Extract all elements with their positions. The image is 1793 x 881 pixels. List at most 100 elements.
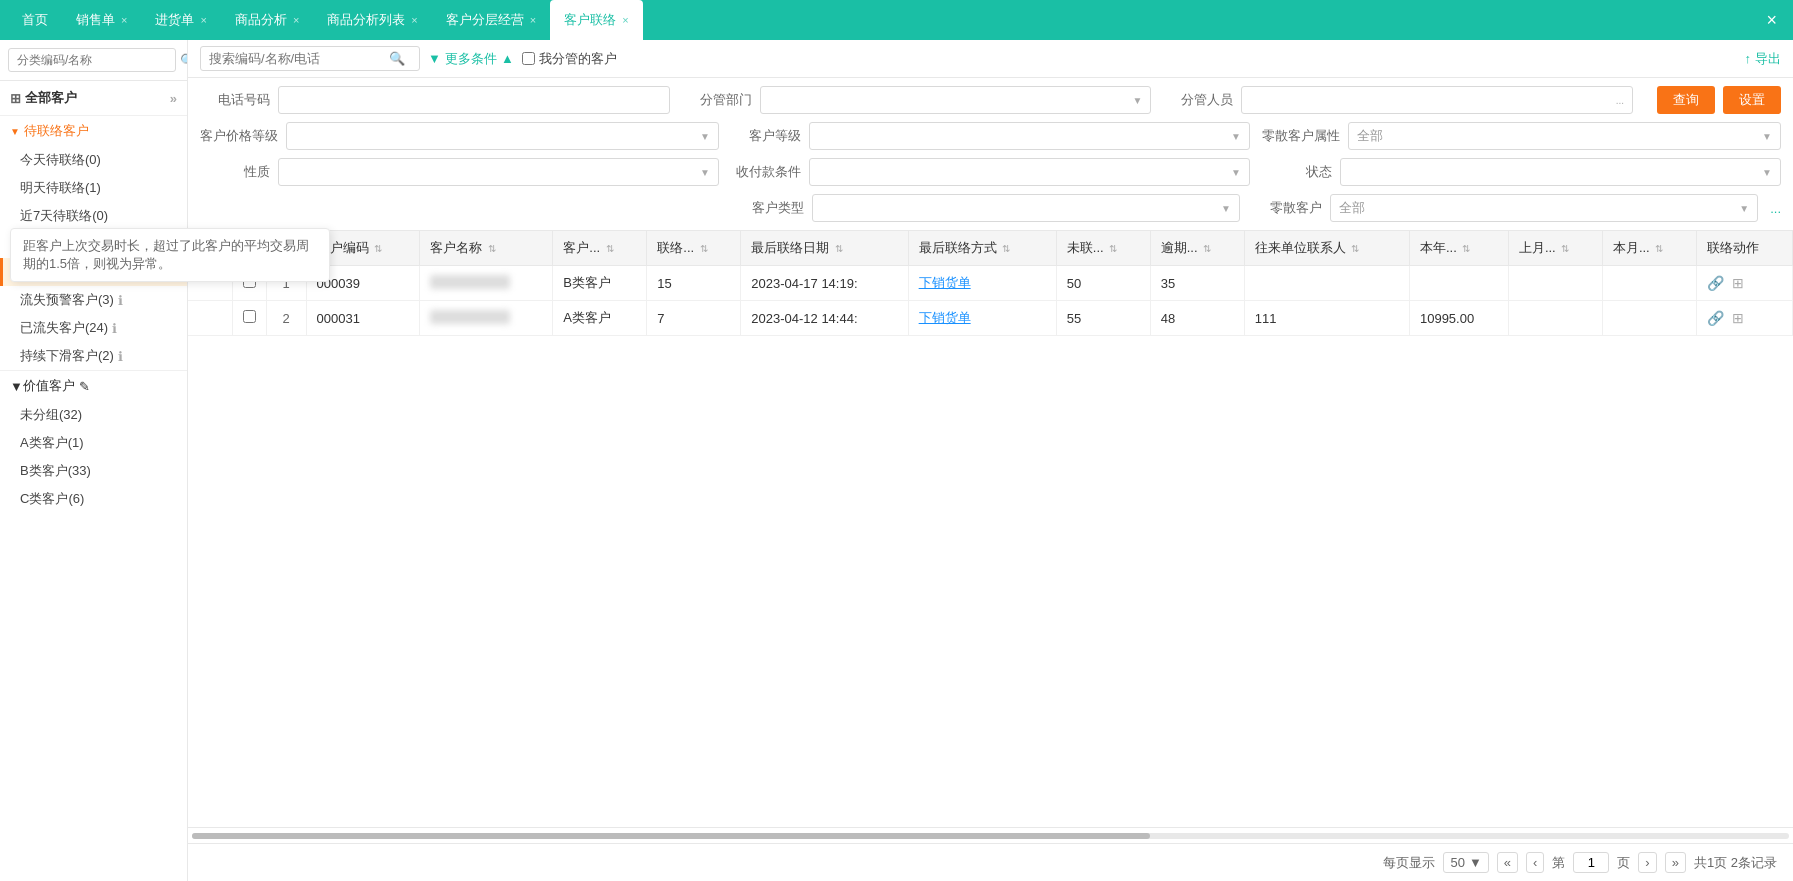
filter-manager-label: 分管人员 <box>1163 91 1233 109</box>
filter-phone-label: 电话号码 <box>200 91 270 109</box>
nav-purchase-close[interactable]: × <box>200 14 206 26</box>
more-filters-button[interactable]: ... <box>1770 201 1781 216</box>
sidebar-all-customers-title[interactable]: ⊞ 全部客户 » <box>0 81 187 116</box>
sidebar-item-declining[interactable]: 持续下滑客户(2) ℹ <box>0 342 187 370</box>
sidebar-search-input[interactable] <box>8 48 176 72</box>
filter-manager-select[interactable]: ... <box>1241 86 1633 114</box>
info-icon-2[interactable]: ℹ <box>118 293 123 308</box>
row1-link-icon[interactable]: 🔗 <box>1707 275 1724 291</box>
filter-retail-cust-select[interactable]: 全部 ▼ <box>1330 194 1758 222</box>
sidebar-item-b-class[interactable]: B类客户(33) <box>0 457 187 485</box>
sidebar-pending-contact-group[interactable]: ▼ 待联络客户 <box>0 116 187 146</box>
filter-cust-level-label: 客户等级 <box>731 127 801 145</box>
filter-department: 分管部门 ▼ <box>682 86 1152 114</box>
sidebar-item-tomorrow-contact[interactable]: 明天待联络(1) <box>0 174 187 202</box>
per-page-chevron: ▼ <box>1469 855 1482 870</box>
horizontal-scrollbar[interactable] <box>188 827 1793 843</box>
scroll-track <box>192 833 1789 839</box>
filter-payment-select[interactable]: ▼ <box>809 158 1250 186</box>
sidebar-item-c-class[interactable]: C类客户(6) <box>0 485 187 513</box>
row1-uncontacted: 50 <box>1056 266 1150 301</box>
filter-retail-attr-select[interactable]: 全部 ▼ <box>1348 122 1781 150</box>
settings-button[interactable]: 设置 <box>1723 86 1781 114</box>
col-overdue[interactable]: 逾期... ⇅ <box>1150 231 1244 266</box>
my-customers-checkbox[interactable] <box>522 52 535 65</box>
sidebar-item-today-contact[interactable]: 今天待联络(0) <box>0 146 187 174</box>
first-page-button[interactable]: « <box>1497 852 1518 873</box>
row1-last-way[interactable]: 下销货单 <box>908 266 1056 301</box>
row2-checkbox[interactable] <box>232 301 266 336</box>
query-button[interactable]: 查询 <box>1657 86 1715 114</box>
per-page-select[interactable]: 50 ▼ <box>1443 852 1488 873</box>
nav-customer-contact-close[interactable]: × <box>622 14 628 26</box>
nav-product-analysis[interactable]: 商品分析 × <box>221 0 313 40</box>
row2-select-checkbox[interactable] <box>243 310 256 323</box>
sidebar-collapse-icon[interactable]: » <box>170 91 177 106</box>
prev-page-button[interactable]: ‹ <box>1526 852 1544 873</box>
sort-icon-person: ⇅ <box>1351 243 1359 254</box>
col-uncontacted[interactable]: 未联... ⇅ <box>1056 231 1150 266</box>
row2-code[interactable]: 000031 <box>306 301 420 336</box>
table-row: 2 000031 A类客户 7 <box>188 301 1793 336</box>
nav-sales[interactable]: 销售单 × <box>62 0 141 40</box>
search-icon[interactable]: 🔍 <box>389 51 405 66</box>
filter-nature-select[interactable]: ▼ <box>278 158 719 186</box>
filter-payment: 收付款条件 ▼ <box>731 158 1250 186</box>
edit-icon[interactable]: ✎ <box>79 379 90 394</box>
sidebar-value-customer-group[interactable]: ▼ 价值客户 ✎ <box>0 370 187 401</box>
nav-customer-contact[interactable]: 客户联络 × <box>550 0 642 40</box>
info-icon-3[interactable]: ℹ <box>112 321 117 336</box>
col-this-month[interactable]: 本月... ⇅ <box>1602 231 1696 266</box>
sidebar-item-churn-warning[interactable]: 流失预警客户(3) ℹ <box>0 286 187 314</box>
nav-home[interactable]: 首页 <box>8 0 62 40</box>
filter-cust-level-select[interactable]: ▼ <box>809 122 1250 150</box>
col-last-date[interactable]: 最后联络日期 ⇅ <box>741 231 908 266</box>
row2-link-icon[interactable]: 🔗 <box>1707 310 1724 326</box>
col-last-way[interactable]: 最后联络方式 ⇅ <box>908 231 1056 266</box>
page-number-input[interactable] <box>1573 852 1609 873</box>
scroll-thumb[interactable] <box>192 833 1150 839</box>
sidebar-item-a-class[interactable]: A类客户(1) <box>0 429 187 457</box>
sidebar-item-ungrouped[interactable]: 未分组(32) <box>0 401 187 429</box>
nav-purchase[interactable]: 进货单 × <box>141 0 220 40</box>
window-close-button[interactable]: × <box>1758 10 1785 31</box>
col-contact-person[interactable]: 往来单位联系人 ⇅ <box>1244 231 1409 266</box>
filter-dept-select[interactable]: ▼ <box>760 86 1152 114</box>
last-page-button[interactable]: » <box>1665 852 1686 873</box>
nav-customer-segment-close[interactable]: × <box>530 14 536 26</box>
col-contact[interactable]: 联络... ⇅ <box>647 231 741 266</box>
col-type[interactable]: 客户... ⇅ <box>553 231 647 266</box>
table-container[interactable]: ⚙ 客户编码 ⇅ 客户名称 ⇅ <box>188 231 1793 827</box>
next-page-button[interactable]: › <box>1638 852 1656 873</box>
content-area: 🔍 ▼ 更多条件 ▲ 我分管的客户 ↑ 导出 电话号码 <box>188 40 1793 881</box>
row2-grid-icon[interactable]: ⊞ <box>1732 310 1744 326</box>
chevron-down-icon-3: ▼ <box>1132 95 1142 106</box>
sidebar-item-7days-contact[interactable]: 近7天待联络(0) <box>0 202 187 230</box>
filter-price-level: 客户价格等级 ▼ <box>200 122 719 150</box>
nav-sales-close[interactable]: × <box>121 14 127 26</box>
filter-price-select[interactable]: ▼ <box>286 122 719 150</box>
search-input[interactable] <box>209 51 389 66</box>
more-conditions-button[interactable]: ▼ 更多条件 ▲ <box>428 50 514 68</box>
nav-product-list[interactable]: 商品分析列表 × <box>313 0 431 40</box>
col-name[interactable]: 客户名称 ⇅ <box>420 231 553 266</box>
sidebar-search-icon[interactable]: 🔍 <box>180 53 188 68</box>
filter-status-select[interactable]: ▼ <box>1340 158 1781 186</box>
data-table: ⚙ 客户编码 ⇅ 客户名称 ⇅ <box>188 231 1793 336</box>
nav-product-list-close[interactable]: × <box>411 14 417 26</box>
nav-product-analysis-close[interactable]: × <box>293 14 299 26</box>
sidebar-item-churned[interactable]: 已流失客户(24) ℹ <box>0 314 187 342</box>
export-button[interactable]: ↑ 导出 <box>1745 50 1782 68</box>
sidebar-search-area: 🔍 <box>0 40 187 81</box>
col-this-year[interactable]: 本年... ⇅ <box>1409 231 1508 266</box>
filter-cust-type-select[interactable]: ▼ <box>812 194 1240 222</box>
chevron-down-icon-8: ▼ <box>1231 167 1241 178</box>
filter-phone-input[interactable] <box>278 86 670 114</box>
info-icon-4[interactable]: ℹ <box>118 349 123 364</box>
nav-customer-segment[interactable]: 客户分层经营 × <box>432 0 550 40</box>
col-last-month[interactable]: 上月... ⇅ <box>1508 231 1602 266</box>
row1-grid-icon[interactable]: ⊞ <box>1732 275 1744 291</box>
row2-last-way[interactable]: 下销货单 <box>908 301 1056 336</box>
filter-row-1: 电话号码 分管部门 ▼ 分管人员 ... <box>200 86 1781 114</box>
more-button-area: ... <box>1770 201 1781 216</box>
